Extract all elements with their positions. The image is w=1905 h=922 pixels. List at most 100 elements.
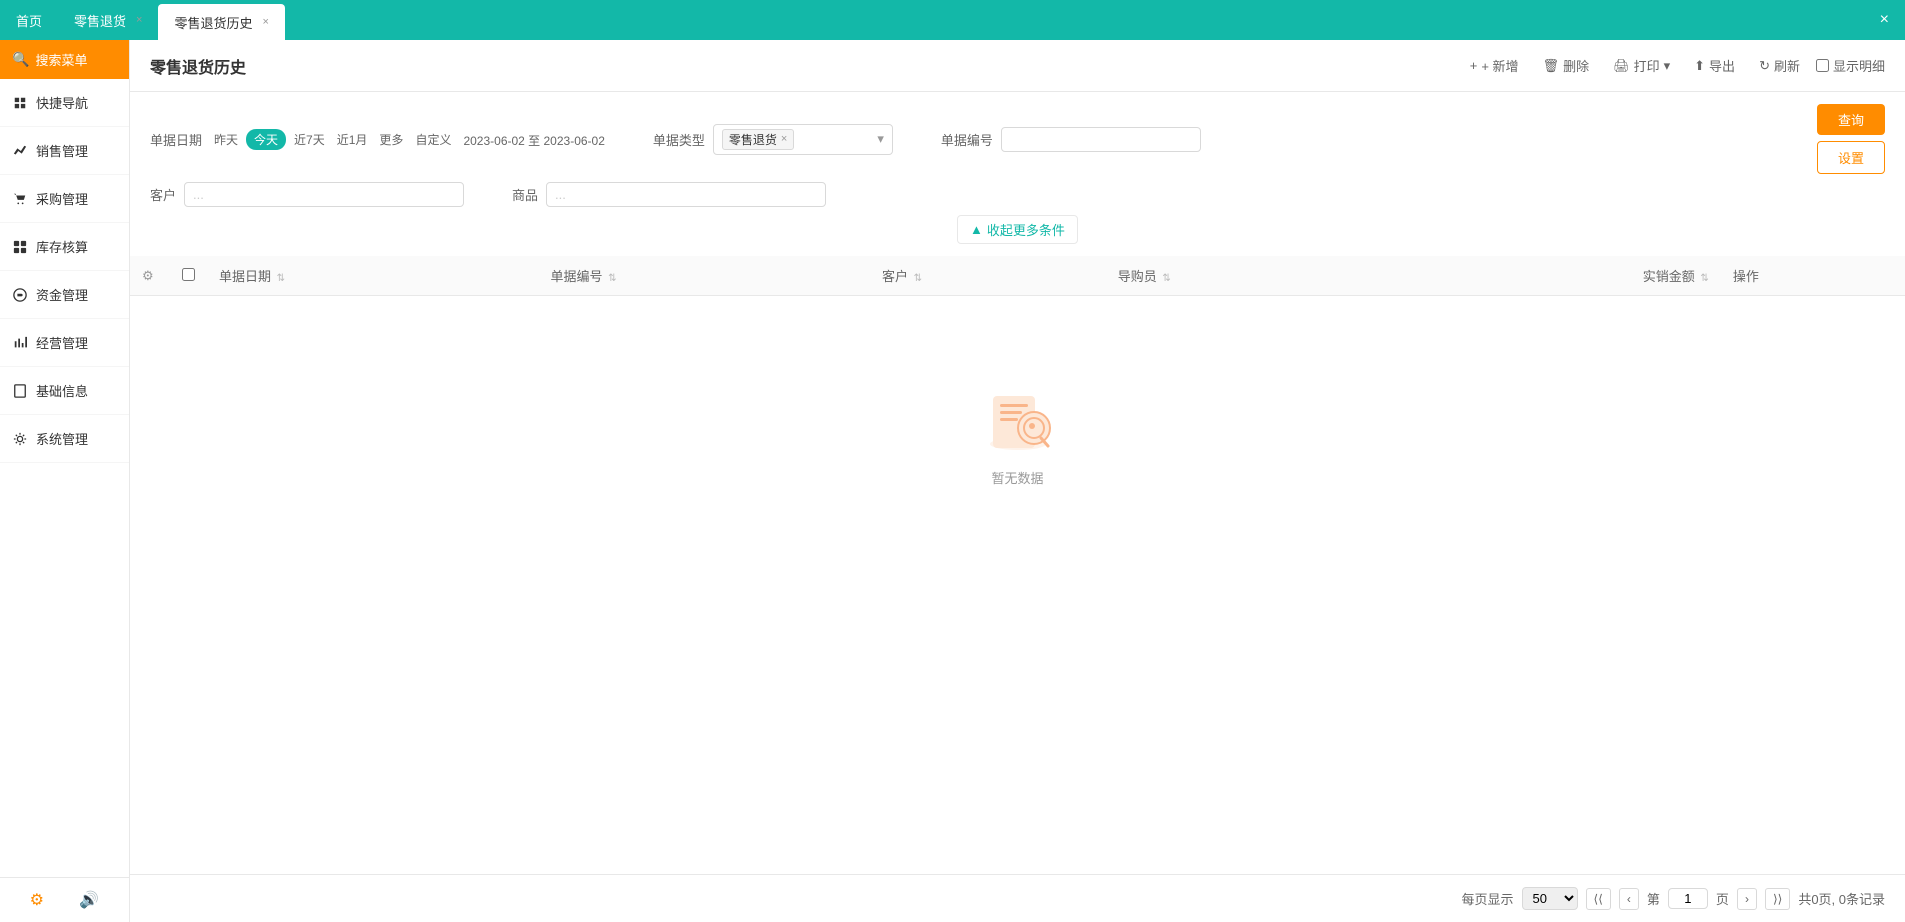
audio-bottom-icon[interactable]: 🔊 [79,890,99,910]
voucher-filter-input[interactable] [1001,127,1201,152]
tab-list: 首页 零售退货 × 零售退货历史 × [0,0,1864,40]
goods-filter: 商品 ... [512,182,826,207]
show-detail-label: 显示明细 [1833,56,1885,75]
customer-filter: 客户 ... [150,182,464,207]
date-today-btn[interactable]: 今天 [246,129,286,150]
main-layout: 🔍 搜索菜单 快捷导航 销售管理 采购管理 库存核算 [0,40,1905,922]
system-mgmt-icon [12,431,28,447]
sidebar-item-operation-mgmt-label: 经营管理 [36,333,88,352]
sidebar-bottom: ⚙ 🔊 [0,877,129,922]
window-close-button[interactable]: × [1864,11,1905,29]
sidebar-item-operation-mgmt[interactable]: 经营管理 [0,319,129,367]
goods-filter-input[interactable]: ... [546,182,826,207]
th-customer-sort-icon: ⇅ [914,273,922,284]
sidebar-item-finance-mgmt[interactable]: 资金管理 [0,271,129,319]
customer-filter-placeholder: ... [193,187,204,202]
sidebar-item-finance-mgmt-label: 资金管理 [36,285,88,304]
date-filter: 单据日期 昨天 今天 近7天 近1月 更多 自定义 2023-06-02 至 2… [150,129,605,150]
content-area: 零售退货历史 + + 新增 🗑 删除 🖨 打印 ▾ ⬆ 导出 [130,40,1905,922]
th-amount[interactable]: 实销金额 ⇅ [1389,256,1720,296]
collapse-button[interactable]: ▲ 收起更多条件 [957,215,1078,244]
page-input[interactable] [1668,888,1708,909]
goods-filter-label: 商品 [512,185,538,204]
sidebar-item-purchase-mgmt-label: 采购管理 [36,189,88,208]
sidebar-item-system-mgmt-label: 系统管理 [36,429,88,448]
sidebar-item-quick-nav-label: 快捷导航 [36,93,88,112]
tab-retail-return-close[interactable]: × [136,14,142,26]
empty-state: 暂无数据 [130,296,1905,567]
tab-retail-return[interactable]: 零售退货 × [58,0,158,40]
print-button[interactable]: 🖨 打印 ▾ [1605,52,1678,79]
empty-state-icon [978,376,1058,456]
sidebar-search-label: 搜索菜单 [35,50,87,69]
th-guide[interactable]: 导购员 ⇅ [1106,256,1390,296]
type-filter-tag-label: 零售退货 [729,131,777,148]
query-button[interactable]: 查询 [1817,104,1885,135]
th-action: 操作 [1721,256,1905,296]
data-table: ⚙ 单据日期 ⇅ 单据编号 ⇅ [130,256,1905,296]
inventory-icon [12,239,28,255]
select-all-checkbox[interactable] [182,268,195,281]
page-title: 零售退货历史 [150,54,246,78]
prev-page-button[interactable]: ‹ [1619,888,1639,910]
print-label: 打印 [1634,56,1660,75]
th-action-label: 操作 [1733,269,1759,284]
add-icon: + [1470,58,1478,73]
sidebar-item-purchase-mgmt[interactable]: 采购管理 [0,175,129,223]
th-customer[interactable]: 客户 ⇅ [870,256,1106,296]
settings-bottom-icon[interactable]: ⚙ [30,890,44,910]
page-size-label: 每页显示 [1462,889,1514,908]
tab-retail-return-label: 零售退货 [74,11,126,30]
filter-row-1: 单据日期 昨天 今天 近7天 近1月 更多 自定义 2023-06-02 至 2… [150,104,1885,174]
tab-home[interactable]: 首页 [0,0,58,40]
last-page-button[interactable]: ⟩⟩ [1765,888,1790,910]
sidebar-item-inventory[interactable]: 库存核算 [0,223,129,271]
delete-button[interactable]: 🗑 删除 [1535,52,1598,79]
first-page-button[interactable]: ⟨⟨ [1586,888,1611,910]
goods-filter-placeholder: ... [555,187,566,202]
th-guide-sort-icon: ⇅ [1162,273,1170,284]
th-number[interactable]: 单据编号 ⇅ [538,256,869,296]
date-range-display: 2023-06-02 至 2023-06-02 [463,132,604,149]
pagination-bar: 每页显示 50 10 20 100 ⟨⟨ ‹ 第 页 › ⟩⟩ 共0页, 0条记… [130,874,1905,922]
date-7days-btn[interactable]: 近7天 [290,129,329,150]
date-more-btn[interactable]: 更多 [375,129,407,150]
basic-info-icon [12,383,28,399]
th-date-label: 单据日期 [219,269,271,284]
table-settings-icon[interactable]: ⚙ [142,268,154,283]
customer-filter-input[interactable]: ... [184,182,464,207]
add-button[interactable]: + + 新增 [1462,52,1527,79]
show-detail-checkbox-label[interactable]: 显示明细 [1816,56,1885,75]
sidebar-item-system-mgmt[interactable]: 系统管理 [0,415,129,463]
tab-retail-return-history-label: 零售退货历史 [174,13,252,32]
next-page-button[interactable]: › [1737,888,1757,910]
empty-state-text: 暂无数据 [991,468,1043,487]
setting-button[interactable]: 设置 [1817,141,1885,174]
date-yesterday-btn[interactable]: 昨天 [210,129,242,150]
sidebar-item-quick-nav[interactable]: 快捷导航 [0,79,129,127]
page-size-select[interactable]: 50 10 20 100 [1522,887,1578,910]
purchase-mgmt-icon [12,191,28,207]
page-label: 第 [1647,889,1660,908]
sidebar-item-sales-mgmt[interactable]: 销售管理 [0,127,129,175]
show-detail-checkbox[interactable] [1816,59,1829,72]
th-date[interactable]: 单据日期 ⇅ [207,256,538,296]
type-filter-tag-close[interactable]: × [781,133,787,145]
page-header: 零售退货历史 + + 新增 🗑 删除 🖨 打印 ▾ ⬆ 导出 [130,40,1905,92]
sidebar-item-sales-mgmt-label: 销售管理 [36,141,88,160]
voucher-filter: 单据编号 [941,127,1201,152]
date-custom-btn[interactable]: 自定义 [411,129,455,150]
tab-retail-return-history-close[interactable]: × [262,16,268,28]
tab-retail-return-history[interactable]: 零售退货历史 × [158,4,284,40]
sidebar-search[interactable]: 🔍 搜索菜单 [0,40,129,79]
refresh-button[interactable]: ↻ 刷新 [1751,52,1808,79]
type-filter-input[interactable]: 零售退货 × ▾ [713,124,893,155]
date-1month-btn[interactable]: 近1月 [333,129,372,150]
header-actions: + + 新增 🗑 删除 🖨 打印 ▾ ⬆ 导出 ↻ [1462,52,1885,79]
type-filter: 单据类型 零售退货 × ▾ [653,124,893,155]
delete-label: 删除 [1563,56,1589,75]
th-checkbox [170,256,207,296]
export-button[interactable]: ⬆ 导出 [1686,52,1743,79]
th-number-sort-icon: ⇅ [608,273,616,284]
sidebar-item-basic-info[interactable]: 基础信息 [0,367,129,415]
